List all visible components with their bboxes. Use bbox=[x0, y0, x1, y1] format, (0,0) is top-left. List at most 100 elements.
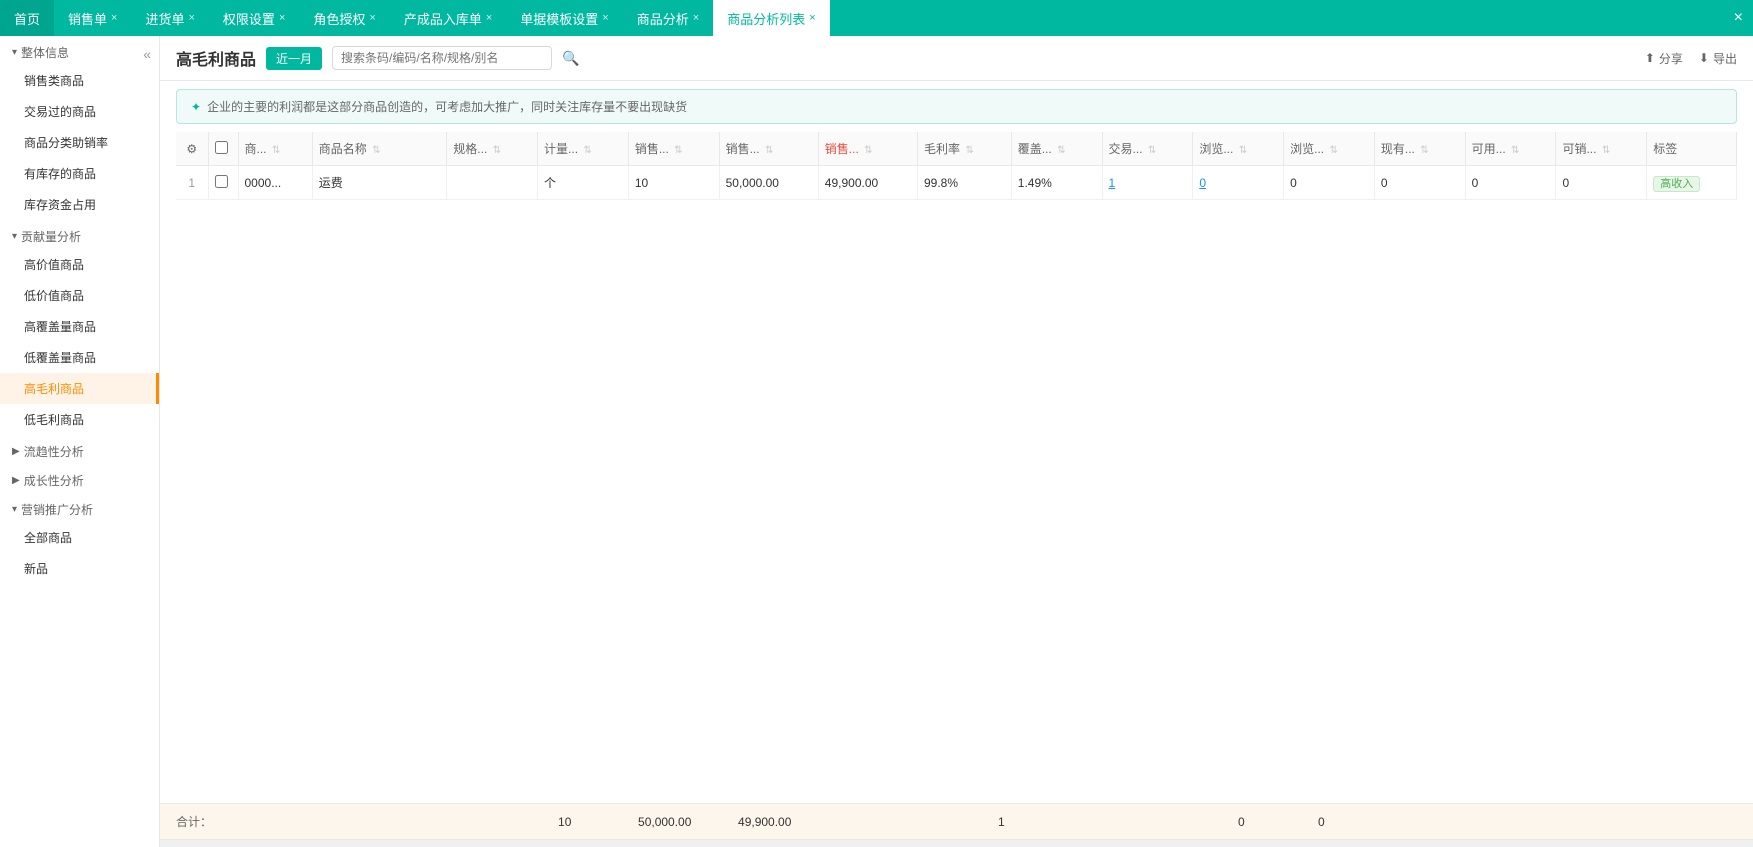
sidebar-item-traded-goods[interactable]: 交易过的商品 bbox=[0, 96, 159, 127]
col-checkbox[interactable] bbox=[208, 132, 238, 166]
row-checkbox[interactable] bbox=[215, 175, 228, 188]
col-transactions[interactable]: 交易... ⇅ bbox=[1102, 132, 1193, 166]
col-spec[interactable]: 规格... ⇅ bbox=[447, 132, 538, 166]
export-icon: ⬇ bbox=[1699, 51, 1709, 65]
cell-transactions[interactable]: 1 bbox=[1102, 166, 1193, 200]
col-current-stock[interactable]: 现有... ⇅ bbox=[1374, 132, 1465, 166]
col-views2[interactable]: 浏览... ⇅ bbox=[1284, 132, 1375, 166]
nav-close-inbound[interactable]: × bbox=[486, 12, 492, 24]
footer-values: 10 50,000.00 49,900.00 1 0 0 bbox=[272, 815, 1392, 829]
nav-close-product-analysis-list[interactable]: × bbox=[809, 12, 815, 24]
col-sales-profit[interactable]: 销售... ⇅ bbox=[818, 132, 917, 166]
col-settings[interactable]: ⚙ bbox=[176, 132, 208, 166]
sidebar-group-marketing[interactable]: ▾ 营销推广分析 bbox=[0, 493, 159, 522]
col-tag[interactable]: 标签 bbox=[1647, 132, 1737, 166]
col-unit[interactable]: 计量... ⇅ bbox=[538, 132, 629, 166]
data-table: ⚙ 商... ⇅ 商品名称 ⇅ bbox=[176, 132, 1737, 200]
sidebar-item-new-goods[interactable]: 新品 bbox=[0, 553, 159, 584]
close-all-tabs[interactable]: × bbox=[1734, 9, 1743, 27]
export-button[interactable]: ⬇ 导出 bbox=[1699, 50, 1737, 67]
col-views1[interactable]: 浏览... ⇅ bbox=[1193, 132, 1284, 166]
nav-purchase-order[interactable]: 进货单 × bbox=[131, 0, 208, 36]
cell-code: 0000... bbox=[238, 166, 312, 200]
nav-close-product-analysis[interactable]: × bbox=[693, 12, 699, 24]
cell-unit: 个 bbox=[538, 166, 629, 200]
footer-current-stock: 0 bbox=[1232, 815, 1312, 829]
col-saleable-stock[interactable]: 可销... ⇅ bbox=[1556, 132, 1647, 166]
sidebar-item-category-rate[interactable]: 商品分类助销率 bbox=[0, 127, 159, 158]
cell-current-stock: 0 bbox=[1374, 166, 1465, 200]
sidebar-group-overall[interactable]: ▾ 整体信息 bbox=[0, 36, 159, 65]
sidebar-item-low-coverage[interactable]: 低覆盖量商品 bbox=[0, 342, 159, 373]
nav-permissions[interactable]: 权限设置 × bbox=[209, 0, 299, 36]
top-navigation: 首页 销售单 × 进货单 × 权限设置 × 角色授权 × 产成品入库单 × 单据… bbox=[0, 0, 1753, 36]
sidebar-group-contribution[interactable]: ▾ 贡献量分析 bbox=[0, 220, 159, 249]
nav-inbound[interactable]: 产成品入库单 × bbox=[390, 0, 506, 36]
content-area: 高毛利商品 近一月 🔍 ⬆ 分享 ⬇ 导出 ✦ 企业的主要的利润都是这部分商品创… bbox=[160, 36, 1753, 847]
col-sales-qty[interactable]: 销售... ⇅ bbox=[628, 132, 719, 166]
period-button[interactable]: 近一月 bbox=[266, 47, 322, 70]
col-available-stock[interactable]: 可用... ⇅ bbox=[1465, 132, 1556, 166]
footer-sales-profit: 49,900.00 bbox=[732, 815, 832, 829]
col-name[interactable]: 商品名称 ⇅ bbox=[312, 132, 446, 166]
table-container[interactable]: ⚙ 商... ⇅ 商品名称 ⇅ bbox=[160, 132, 1753, 803]
sidebar-item-stock-capital[interactable]: 库存资金占用 bbox=[0, 189, 159, 220]
nav-close-roles[interactable]: × bbox=[369, 12, 375, 24]
sidebar-item-stocked-goods[interactable]: 有库存的商品 bbox=[0, 158, 159, 189]
sort-icon-code: ⇅ bbox=[272, 145, 280, 156]
sidebar: « ▾ 整体信息 销售类商品 交易过的商品 商品分类助销率 有库存的商品 库存资… bbox=[0, 36, 160, 847]
sidebar-item-low-margin[interactable]: 低毛利商品 bbox=[0, 404, 159, 435]
sidebar-item-high-coverage[interactable]: 高覆盖量商品 bbox=[0, 311, 159, 342]
share-button[interactable]: ⬆ 分享 bbox=[1645, 50, 1683, 67]
nav-home[interactable]: 首页 bbox=[0, 0, 54, 36]
col-coverage[interactable]: 覆盖... ⇅ bbox=[1011, 132, 1102, 166]
cell-tag: 高收入 bbox=[1647, 166, 1737, 200]
nav-close-purchase-order[interactable]: × bbox=[188, 12, 194, 24]
sidebar-group-growth[interactable]: ▶ 成长性分析 bbox=[0, 464, 159, 493]
nav-close-permissions[interactable]: × bbox=[279, 12, 285, 24]
cell-views1[interactable]: 0 bbox=[1193, 166, 1284, 200]
select-all-checkbox[interactable] bbox=[215, 141, 228, 154]
sidebar-item-high-margin[interactable]: 高毛利商品 bbox=[0, 373, 159, 404]
sidebar-collapse-btn[interactable]: « bbox=[143, 46, 151, 62]
cell-sales-qty: 10 bbox=[628, 166, 719, 200]
cell-checkbox[interactable] bbox=[208, 166, 238, 200]
info-icon: ✦ bbox=[191, 100, 201, 114]
sidebar-group-growth-arrow: ▶ bbox=[12, 475, 20, 486]
cell-saleable-stock: 0 bbox=[1556, 166, 1647, 200]
search-button[interactable]: 🔍 bbox=[562, 50, 579, 67]
nav-close-sales-order[interactable]: × bbox=[111, 12, 117, 24]
sidebar-group-contribution-arrow: ▾ bbox=[12, 231, 17, 242]
cell-coverage: 1.49% bbox=[1011, 166, 1102, 200]
footer-transactions: 1 bbox=[992, 815, 1072, 829]
sort-icon-saleable-stock: ⇅ bbox=[1602, 145, 1610, 156]
footer-empty4 bbox=[1152, 815, 1232, 829]
nav-product-analysis-list[interactable]: 商品分析列表 × bbox=[713, 0, 829, 36]
nav-sales-order[interactable]: 销售单 × bbox=[54, 0, 131, 36]
nav-close-template[interactable]: × bbox=[602, 12, 608, 24]
sidebar-item-all-goods[interactable]: 全部商品 bbox=[0, 522, 159, 553]
col-gross-margin[interactable]: 毛利率 ⇅ bbox=[918, 132, 1012, 166]
nav-product-analysis[interactable]: 商品分析 × bbox=[623, 0, 713, 36]
settings-icon[interactable]: ⚙ bbox=[186, 142, 197, 156]
cell-views2: 0 bbox=[1284, 166, 1375, 200]
col-code[interactable]: 商... ⇅ bbox=[238, 132, 312, 166]
footer-sales-amt: 50,000.00 bbox=[632, 815, 732, 829]
search-input[interactable] bbox=[332, 46, 552, 70]
sidebar-group-flow[interactable]: ▶ 流趋性分析 bbox=[0, 435, 159, 464]
sidebar-item-sales-goods[interactable]: 销售类商品 bbox=[0, 65, 159, 96]
sort-icon-views2: ⇅ bbox=[1329, 145, 1337, 156]
nav-template[interactable]: 单据模板设置 × bbox=[506, 0, 622, 36]
sidebar-item-low-value[interactable]: 低价值商品 bbox=[0, 280, 159, 311]
content-header: 高毛利商品 近一月 🔍 ⬆ 分享 ⬇ 导出 bbox=[160, 36, 1753, 81]
col-sales-amt[interactable]: 销售... ⇅ bbox=[719, 132, 818, 166]
sort-icon-spec: ⇅ bbox=[493, 145, 501, 156]
bottom-scrollbar[interactable] bbox=[160, 839, 1753, 847]
footer-available-stock: 0 bbox=[1312, 815, 1392, 829]
sort-icon-transactions: ⇅ bbox=[1148, 145, 1156, 156]
sidebar-group-flow-arrow: ▶ bbox=[12, 446, 20, 457]
footer-empty2 bbox=[912, 815, 992, 829]
sidebar-item-high-value[interactable]: 高价值商品 bbox=[0, 249, 159, 280]
nav-roles[interactable]: 角色授权 × bbox=[299, 0, 389, 36]
cell-name: 运费 bbox=[312, 166, 446, 200]
